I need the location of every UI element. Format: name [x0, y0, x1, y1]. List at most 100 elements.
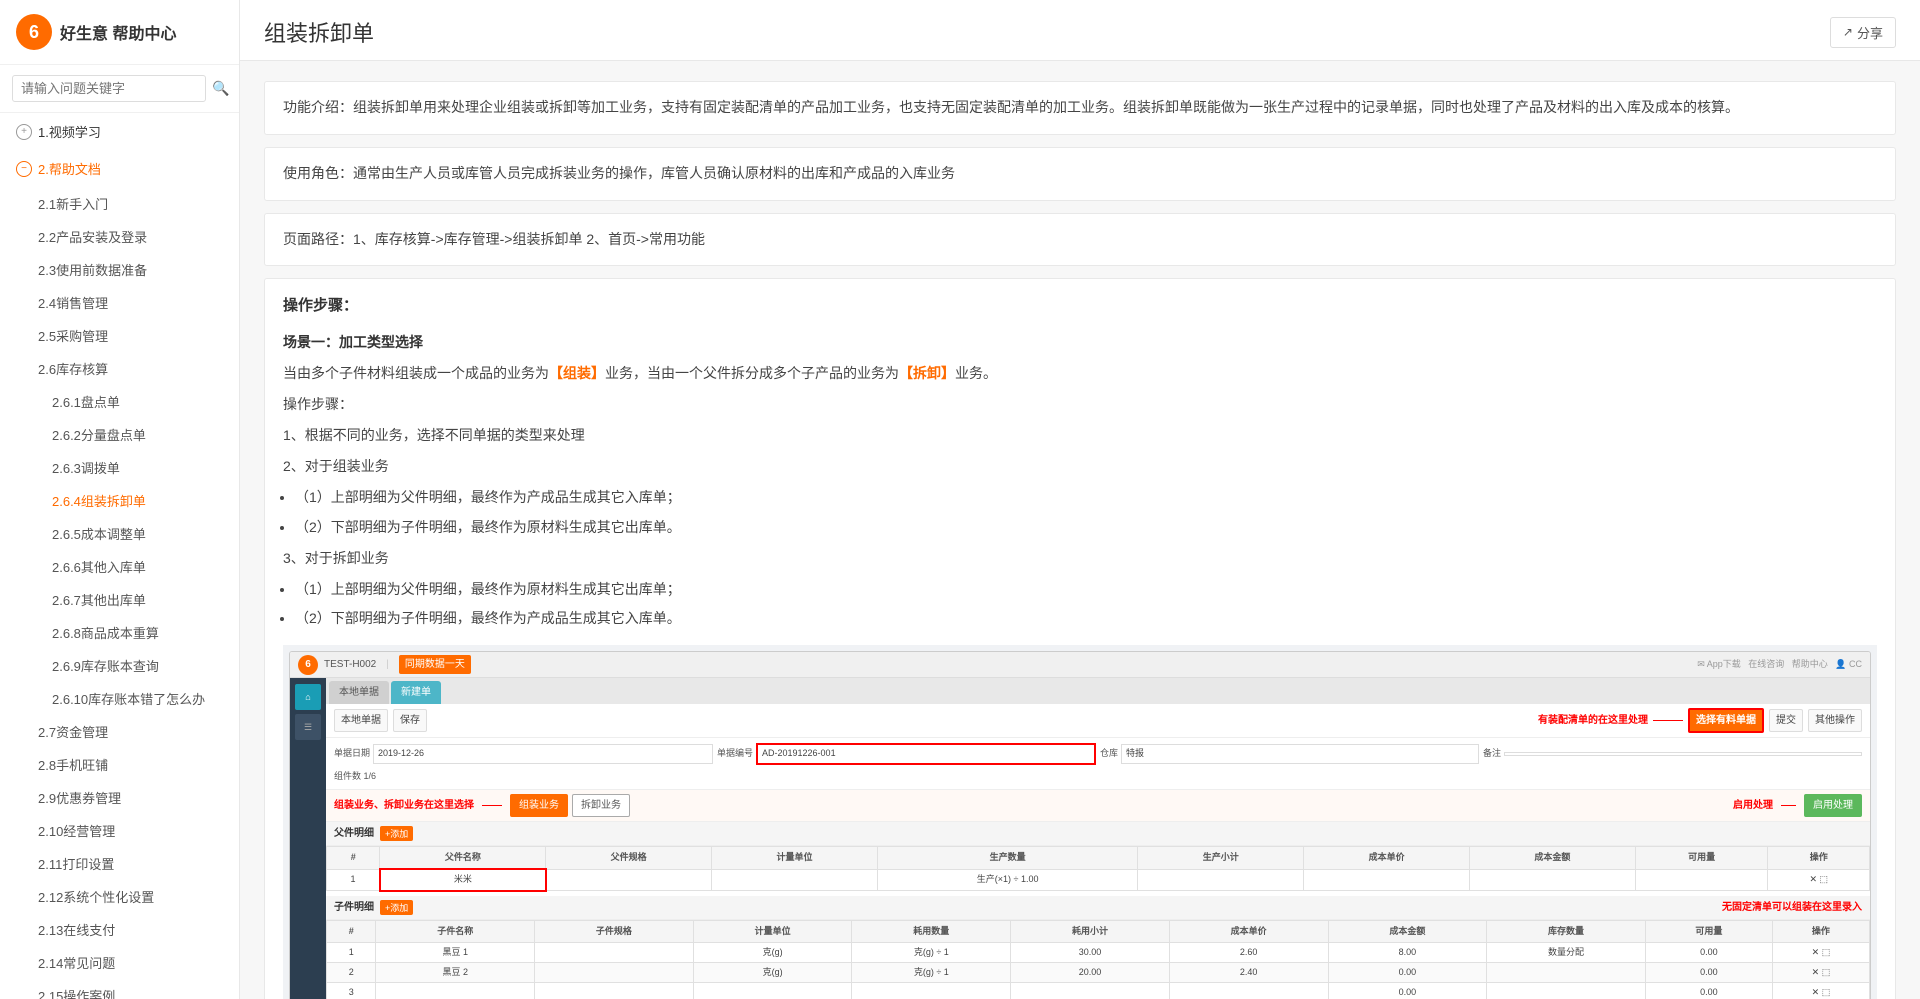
toolbar-save[interactable]: 本地单据 — [334, 709, 388, 732]
topbar-company: TEST-H002 — [324, 656, 376, 673]
highlight-assembly: 【组装】 — [549, 365, 605, 381]
plus-icon: + — [16, 124, 32, 140]
col-unit: 计量单位 — [712, 846, 878, 869]
sidebar-item-267[interactable]: 2.6.7其他出库单 — [0, 583, 239, 616]
page-header: 组装拆卸单 ↗ 分享 — [240, 0, 1920, 61]
scene1-heading: 场景一：加工类型选择 — [283, 331, 1877, 355]
nav-home-icon: ⌂ — [295, 684, 321, 710]
sidebar-item-27[interactable]: 2.7资金管理 — [0, 715, 239, 748]
sidebar-item-23[interactable]: 2.3使用前数据准备 — [0, 253, 239, 286]
sidebar-item-2610[interactable]: 2.6.10库存账本错了怎么办 — [0, 682, 239, 715]
sidebar-item-22[interactable]: 2.2产品安装及登录 — [0, 220, 239, 253]
app-topbar: 6 TEST-H002 | 同期数据一天 ✉ App下载 在线咨询 帮助中心 👤… — [290, 652, 1870, 678]
app-content: 本地单据 新建单 本地单据 保存 有装配清单的在这里处理 — [326, 678, 1870, 999]
form-bizno-value: AD-20191226-001 — [756, 743, 1096, 764]
sidebar-item-261[interactable]: 2.6.1盘点单 — [0, 385, 239, 418]
nav-list-icon: ☰ — [295, 714, 321, 740]
path-block: 页面路径：1、库存核算->库存管理->组装拆卸单 2、首页->常用功能 — [264, 213, 1896, 267]
sidebar-item-265[interactable]: 2.6.5成本调整单 — [0, 517, 239, 550]
table-row: 1 米米 生产(×1) ÷ 1.00 — [327, 869, 1870, 890]
form-grid: 单据日期 2019-12-26 单据编号 AD-20191226-001 仓库 — [334, 743, 1862, 764]
content-area: 功能介绍：组装拆卸单用来处理企业组装或拆卸等加工业务，支持有固定装配清单的产品加… — [240, 61, 1920, 999]
search-box: 🔍 — [0, 65, 239, 113]
sidebar-item-266[interactable]: 2.6.6其他入库单 — [0, 550, 239, 583]
step2: 2、对于组装业务 — [283, 454, 1877, 479]
nav-section: + 1.视频学习 − 2.帮助文档 2.1新手入门 2.2产品安装及登录 2.3… — [0, 113, 239, 999]
btn-disassemble[interactable]: 拆卸业务 — [572, 794, 630, 817]
step3-item2: （2）下部明细为子件明细，最终作为产成品生成其它入库单。 — [295, 606, 1877, 631]
sidebar: 6 好生意 帮助中心 🔍 + 1.视频学习 − 2.帮助文档 2.1新手入门 2… — [0, 0, 240, 999]
form-qty-field: 仓库 特报 — [1100, 743, 1479, 764]
col-prod-total: 生产小计 — [1138, 846, 1304, 869]
lower-table-header: 子件明细 +添加 无固定清单可以组装在这里录入 — [326, 896, 1870, 920]
sidebar-item-21[interactable]: 2.1新手入门 — [0, 187, 239, 220]
sidebar-item-video[interactable]: + 1.视频学习 — [0, 113, 239, 150]
col-avail-qty: 可用量 — [1635, 846, 1768, 869]
sidebar-item-263[interactable]: 2.6.3调拨单 — [0, 451, 239, 484]
sidebar-item-214[interactable]: 2.14常见问题 — [0, 946, 239, 979]
main-content: 组装拆卸单 ↗ 分享 功能介绍：组装拆卸单用来处理企业组装或拆卸等加工业务，支持… — [240, 0, 1920, 999]
callout-assembly-list: 有装配清单的在这里处理 — [1538, 712, 1648, 729]
add-child-btn[interactable]: +添加 — [380, 900, 413, 915]
arrow1 — [1653, 720, 1683, 721]
table-row: 2 黑豆 2 克(g) 克(g) ÷ 1 20.00 2.40 0.00 — [327, 963, 1870, 983]
highlight-disassemble: 【拆卸】 — [899, 365, 955, 381]
sidebar-item-211[interactable]: 2.11打印设置 — [0, 847, 239, 880]
row1-name: 米米 — [380, 869, 546, 890]
col-cost-amount: 成本金额 — [1470, 846, 1636, 869]
app-main-area: ⌂ ☰ 本地单据 新建单 本地单据 — [290, 678, 1870, 999]
app-left-nav: ⌂ ☰ — [290, 678, 326, 999]
sidebar-item-215[interactable]: 2.15操作案例 — [0, 979, 239, 999]
logo-icon: 6 — [16, 14, 52, 50]
table-row: 1 黑豆 1 克(g) 克(g) ÷ 1 30.00 2.60 8.00 — [327, 942, 1870, 962]
sidebar-item-212[interactable]: 2.12系统个性化设置 — [0, 880, 239, 913]
col-index: # — [327, 846, 380, 869]
sidebar-item-262[interactable]: 2.6.2分量盘点单 — [0, 418, 239, 451]
form-section: 单据日期 2019-12-26 单据编号 AD-20191226-001 仓库 — [326, 738, 1870, 790]
app-window: 6 TEST-H002 | 同期数据一天 ✉ App下载 在线咨询 帮助中心 👤… — [289, 651, 1871, 999]
sidebar-item-26[interactable]: 2.6库存核算 — [0, 352, 239, 385]
sidebar-item-24[interactable]: 2.4销售管理 — [0, 286, 239, 319]
step3-list: （1）上部明细为父件明细，最终作为原材料生成其它出库单； （2）下部明细为子件明… — [295, 577, 1877, 631]
steps-heading: 操作步骤： — [283, 293, 1877, 319]
step3-item1: （1）上部明细为父件明细，最终作为原材料生成其它出库单； — [295, 577, 1877, 602]
sidebar-item-docs[interactable]: − 2.帮助文档 — [0, 150, 239, 187]
step1: 1、根据不同的业务，选择不同单据的类型来处理 — [283, 423, 1877, 448]
sidebar-item-269[interactable]: 2.6.9库存账本查询 — [0, 649, 239, 682]
arrow3 — [1781, 805, 1796, 806]
callout-no-bom: 无固定清单可以组装在这里录入 — [1722, 899, 1862, 916]
btn-enable[interactable]: 启用处理 — [1804, 794, 1862, 817]
sidebar-item-213[interactable]: 2.13在线支付 — [0, 913, 239, 946]
col-cost-price: 成本单价 — [1304, 846, 1470, 869]
sidebar-item-210[interactable]: 2.10经营管理 — [0, 814, 239, 847]
step3: 3、对于拆卸业务 — [283, 546, 1877, 571]
intro-block: 功能介绍：组装拆卸单用来处理企业组装或拆卸等加工业务，支持有固定装配清单的产品加… — [264, 81, 1896, 135]
add-parent-btn[interactable]: +添加 — [380, 826, 413, 841]
steps-label: 操作步骤： — [283, 392, 1877, 417]
toolbar-btn4[interactable]: 其他操作 — [1808, 709, 1862, 732]
btn-select-bom[interactable]: 选择有料单据 — [1688, 708, 1764, 733]
search-button[interactable]: 🔍 — [212, 80, 229, 97]
processing-type-row: 组装业务、拆卸业务在这里选择 组装业务 拆卸业务 启用处理 启用处理 — [326, 790, 1870, 822]
share-button[interactable]: ↗ 分享 — [1830, 17, 1896, 48]
form-date-field: 单据日期 2019-12-26 — [334, 743, 713, 764]
col-parent-name: 父件名称 — [380, 846, 546, 869]
sidebar-item-25[interactable]: 2.5采购管理 — [0, 319, 239, 352]
btn-assembly[interactable]: 组装业务 — [510, 794, 568, 817]
topbar-divider: | — [386, 656, 389, 673]
upper-table: # 父件名称 父件规格 计量单位 生产数量 生产小计 成本单价 成本金额 — [326, 846, 1870, 892]
role-text: 使用角色：通常由生产人员或库管人员完成拆装业务的操作，库管人员确认原材料的出库和… — [283, 165, 955, 181]
sidebar-item-264[interactable]: 2.6.4组装拆卸单 — [0, 484, 239, 517]
step2-item1: （1）上部明细为父件明细，最终作为产成品生成其它入库单； — [295, 485, 1877, 510]
sidebar-item-29[interactable]: 2.9优惠券管理 — [0, 781, 239, 814]
upper-table-wrapper: # 父件名称 父件规格 计量单位 生产数量 生产小计 成本单价 成本金额 — [326, 846, 1870, 892]
toolbar-btn3[interactable]: 提交 — [1769, 709, 1803, 732]
app-topbar-logo: 6 — [298, 655, 318, 675]
search-input[interactable] — [12, 75, 206, 102]
step2-list: （1）上部明细为父件明细，最终作为产成品生成其它入库单； （2）下部明细为子件明… — [295, 485, 1877, 539]
sidebar-item-268[interactable]: 2.6.8商品成本重算 — [0, 616, 239, 649]
form-toolbar: 本地单据 保存 有装配清单的在这里处理 选择有料单据 提交 其他操作 — [326, 704, 1870, 738]
form-remark-field: 备注 — [1483, 743, 1862, 764]
toolbar-submit[interactable]: 保存 — [393, 709, 427, 732]
sidebar-item-28[interactable]: 2.8手机旺铺 — [0, 748, 239, 781]
